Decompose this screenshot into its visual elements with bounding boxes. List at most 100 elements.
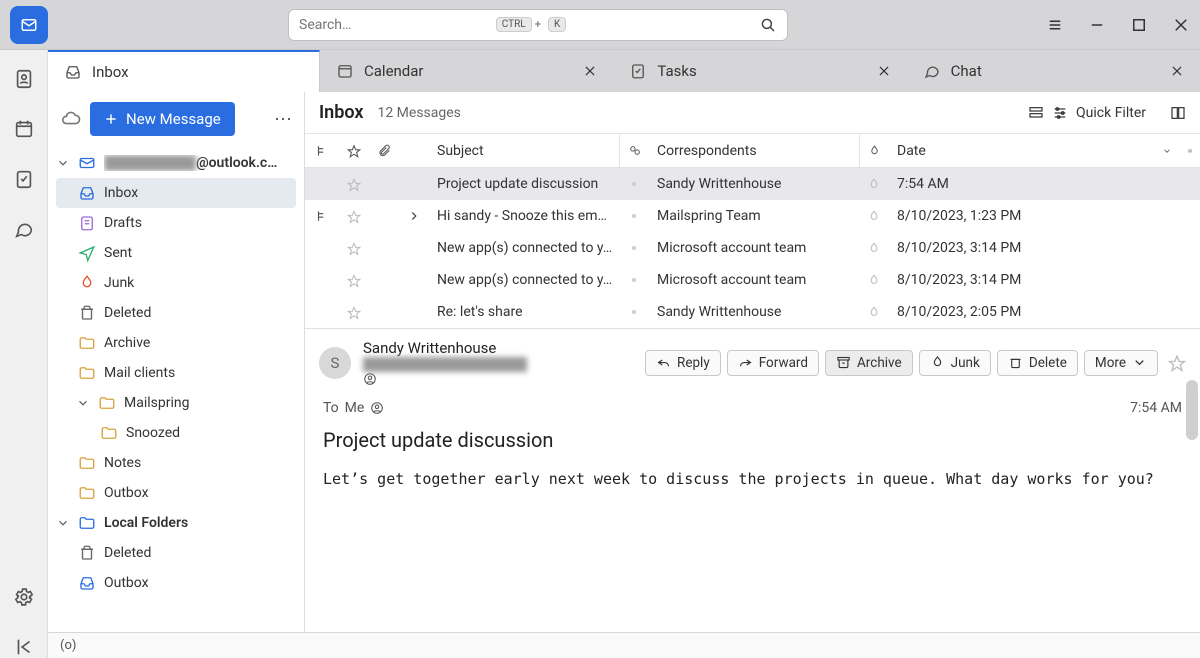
- folder-label: Snoozed: [126, 425, 180, 441]
- col-date[interactable]: Date: [889, 134, 1154, 167]
- thread-icon[interactable]: [305, 296, 339, 328]
- thread-icon[interactable]: [305, 264, 339, 296]
- priority-icon[interactable]: [859, 232, 889, 264]
- expand-icon[interactable]: [399, 264, 429, 296]
- rail-address-book-icon[interactable]: [13, 68, 35, 90]
- archive-button[interactable]: Archive: [825, 350, 913, 376]
- col-hot-icon[interactable]: [859, 134, 889, 167]
- message-row[interactable]: Re: let's shareSandy Writtenhouse8/10/20…: [305, 296, 1200, 328]
- star-icon[interactable]: [339, 264, 369, 296]
- forward-button[interactable]: Forward: [727, 350, 819, 376]
- tab-inbox[interactable]: Inbox: [48, 50, 320, 92]
- message-date: 7:54 AM: [889, 168, 1200, 200]
- quick-filter-label[interactable]: Quick Filter: [1076, 105, 1146, 121]
- tab-strip: Inbox Calendar Tasks Chat: [48, 50, 1200, 92]
- message-row[interactable]: Hi sandy - Snooze this em…Mailspring Tea…: [305, 200, 1200, 232]
- star-icon[interactable]: [339, 296, 369, 328]
- col-picker-icon[interactable]: [1180, 134, 1200, 167]
- quick-filter-icon[interactable]: [1052, 105, 1068, 121]
- folder-sent[interactable]: Sent: [56, 238, 296, 268]
- folder-junk[interactable]: Junk: [56, 268, 296, 298]
- col-read-icon[interactable]: [619, 134, 649, 167]
- search-icon[interactable]: [759, 16, 777, 34]
- rail-chat-icon[interactable]: [13, 218, 35, 240]
- star-icon[interactable]: [339, 200, 369, 232]
- close-icon[interactable]: [1170, 64, 1184, 78]
- col-sort-icon[interactable]: [1154, 134, 1180, 167]
- minimize-button[interactable]: [1088, 16, 1106, 34]
- folder-drafts[interactable]: Drafts: [56, 208, 296, 238]
- app-menu-icon[interactable]: [1046, 16, 1064, 34]
- sidebar-more-icon[interactable]: ⋯: [270, 105, 296, 134]
- close-icon[interactable]: [583, 64, 597, 78]
- shortcut-k: K: [548, 17, 566, 32]
- tasks-tab-icon: [629, 62, 647, 80]
- chevron-down-icon[interactable]: [56, 156, 70, 170]
- more-button[interactable]: More: [1084, 350, 1158, 376]
- read-indicator-icon[interactable]: [619, 264, 649, 296]
- rail-collapse-icon[interactable]: [13, 636, 35, 658]
- tab-tasks[interactable]: Tasks: [613, 50, 906, 92]
- read-indicator-icon[interactable]: [619, 232, 649, 264]
- thread-icon[interactable]: [305, 232, 339, 264]
- folder-label: Outbox: [104, 575, 149, 591]
- delete-button[interactable]: Delete: [997, 350, 1078, 376]
- rail-calendar-icon[interactable]: [13, 118, 35, 140]
- folder-local-deleted[interactable]: Deleted: [56, 538, 296, 568]
- folder-outbox[interactable]: Outbox: [56, 478, 296, 508]
- read-indicator-icon[interactable]: [619, 168, 649, 200]
- junk-button[interactable]: Junk: [919, 350, 991, 376]
- global-search[interactable]: CTRL + K: [288, 9, 788, 41]
- star-message-icon[interactable]: [1168, 354, 1186, 372]
- priority-icon[interactable]: [859, 200, 889, 232]
- maximize-button[interactable]: [1130, 16, 1148, 34]
- star-icon[interactable]: [339, 232, 369, 264]
- priority-icon[interactable]: [859, 296, 889, 328]
- expand-icon[interactable]: [399, 200, 429, 232]
- get-messages-icon[interactable]: [60, 108, 82, 130]
- chevron-down-icon[interactable]: [56, 516, 70, 530]
- thread-icon[interactable]: [305, 200, 339, 232]
- folder-local-outbox[interactable]: Outbox: [56, 568, 296, 598]
- expand-icon[interactable]: [399, 168, 429, 200]
- folder-notes[interactable]: Notes: [56, 448, 296, 478]
- message-row[interactable]: New app(s) connected to y…Microsoft acco…: [305, 232, 1200, 264]
- folder-archive[interactable]: Archive: [56, 328, 296, 358]
- list-display-icon[interactable]: [1028, 105, 1044, 121]
- close-icon[interactable]: [877, 64, 891, 78]
- col-star-icon[interactable]: [339, 134, 369, 167]
- expand-icon[interactable]: [399, 232, 429, 264]
- account-row[interactable]: xxxxxxxxxxxxx@outlook.c…: [56, 148, 296, 178]
- thread-icon[interactable]: [305, 168, 339, 200]
- col-attachment-icon[interactable]: [369, 134, 399, 167]
- folder-mail-clients[interactable]: Mail clients: [56, 358, 296, 388]
- account-row-local[interactable]: Local Folders: [56, 508, 296, 538]
- read-indicator-icon[interactable]: [619, 200, 649, 232]
- scrollbar-thumb[interactable]: [1186, 380, 1198, 440]
- rail-settings-icon[interactable]: [13, 586, 35, 608]
- layout-icon[interactable]: [1170, 105, 1186, 121]
- new-message-button[interactable]: New Message: [90, 102, 235, 136]
- folder-inbox[interactable]: Inbox: [56, 178, 296, 208]
- priority-icon[interactable]: [859, 264, 889, 296]
- new-message-label: New Message: [126, 110, 221, 128]
- col-correspondents[interactable]: Correspondents: [649, 134, 859, 167]
- folder-deleted[interactable]: Deleted: [56, 298, 296, 328]
- reply-button[interactable]: Reply: [645, 350, 721, 376]
- read-indicator-icon[interactable]: [619, 296, 649, 328]
- star-icon[interactable]: [339, 168, 369, 200]
- search-input[interactable]: [299, 17, 492, 33]
- close-button[interactable]: [1172, 16, 1190, 34]
- folder-snoozed[interactable]: Snoozed: [56, 418, 296, 448]
- message-row[interactable]: Project update discussionSandy Writtenho…: [305, 168, 1200, 200]
- tab-calendar[interactable]: Calendar: [320, 50, 613, 92]
- chevron-down-icon[interactable]: [76, 396, 90, 410]
- message-row[interactable]: New app(s) connected to y…Microsoft acco…: [305, 264, 1200, 296]
- rail-tasks-icon[interactable]: [13, 168, 35, 190]
- expand-icon[interactable]: [399, 296, 429, 328]
- col-subject[interactable]: Subject: [429, 134, 619, 167]
- priority-icon[interactable]: [859, 168, 889, 200]
- tab-chat[interactable]: Chat: [907, 50, 1200, 92]
- folder-mailspring[interactable]: Mailspring: [56, 388, 296, 418]
- col-thread-icon[interactable]: [305, 134, 339, 167]
